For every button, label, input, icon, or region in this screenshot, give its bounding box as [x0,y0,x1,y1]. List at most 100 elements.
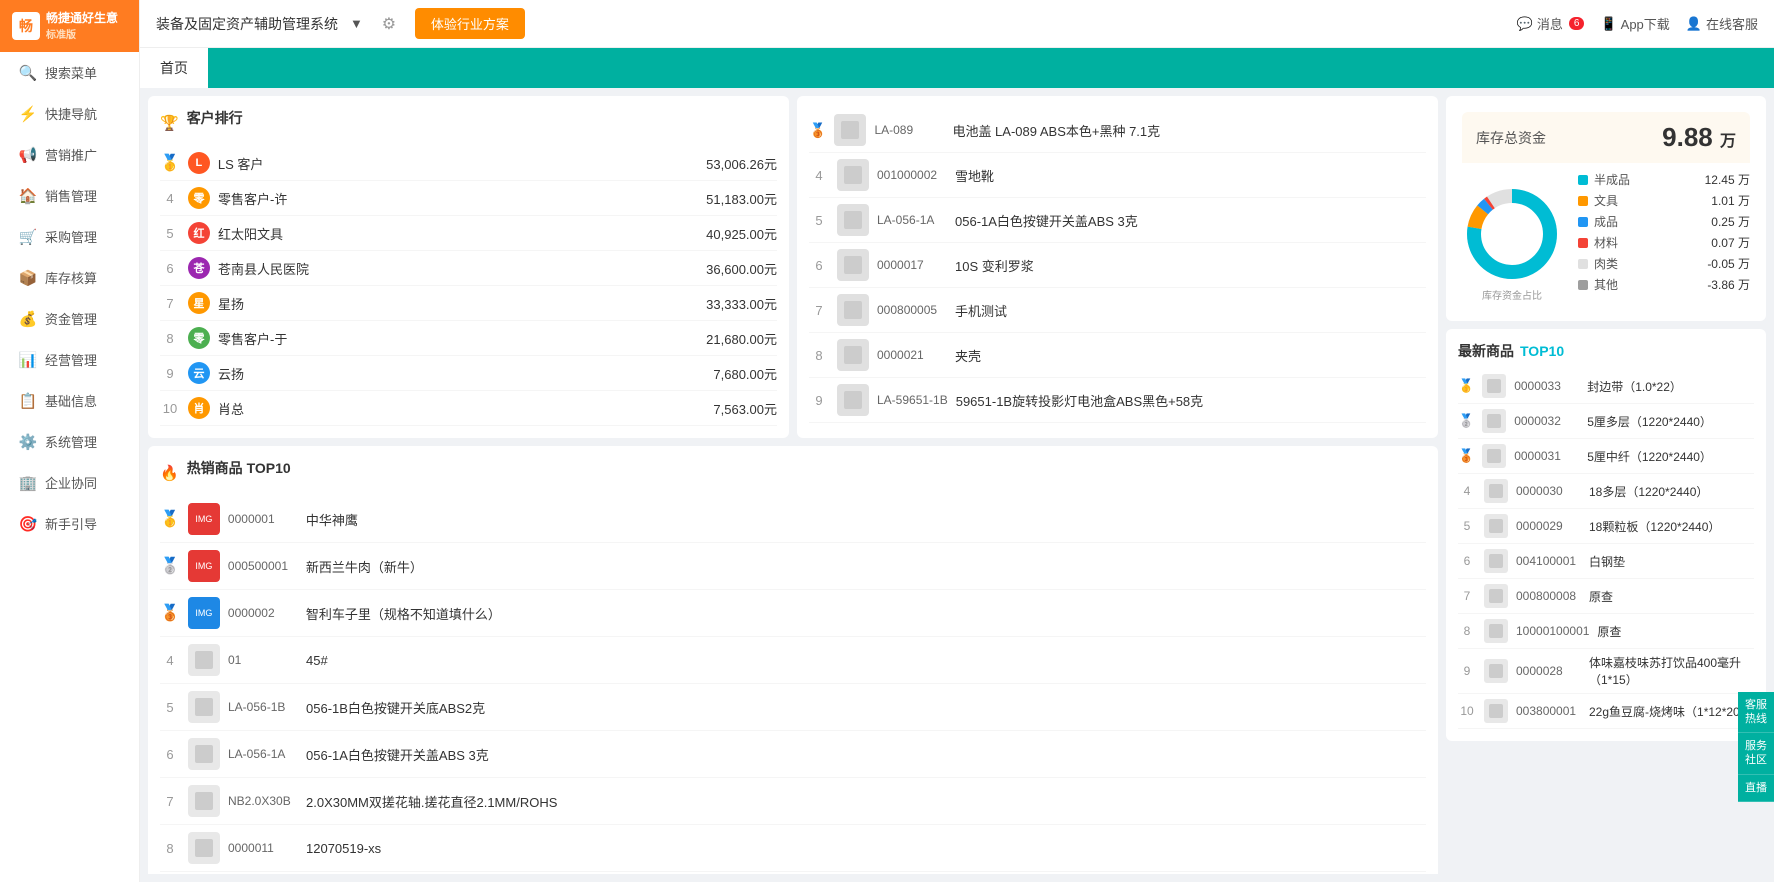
arrival-name: 电池盖 LA-089 ABS本色+黑种 7.1克 [952,121,1426,140]
customer-rank-item[interactable]: 🥇 L LS 客户 53,006.26元 [160,146,777,181]
hot-product-item[interactable]: 🥈 IMG 000500001 新西兰牛肉（新牛） [160,543,1426,590]
hot-product-item[interactable]: 5 LA-056-1B 056-1B白色按键开关底ABS2克 [160,684,1426,731]
rank-amount: 7,563.00元 [713,399,777,418]
customer-rank-item[interactable]: 5 红 红太阳文具 40,925.00元 [160,216,777,251]
trial-button[interactable]: 体验行业方案 [415,8,525,39]
new-product-item[interactable]: 🥉 0000031 5厘中纤（1220*2440） [1458,439,1754,474]
sidebar-item-guide[interactable]: 🎯 新手引导 [0,503,139,544]
hot-product-item[interactable]: 9 KK-SD22110H 花语萌恒温分腿睡袋（厚款） [160,872,1426,874]
new-prod-thumb [1484,549,1508,573]
tab-home[interactable]: 首页 [140,48,208,88]
new-prod-name: 5厘中纤（1220*2440） [1587,448,1754,465]
new-product-item[interactable]: 10 003800001 22g鱼豆腐-烧烤味（1*12*20） [1458,694,1754,729]
new-product-item[interactable]: 8 10000100001 原查 [1458,614,1754,649]
new-product-item[interactable]: 4 0000030 18多层（1220*2440） [1458,474,1754,509]
hot-product-name: 056-1B白色按键开关底ABS2克 [306,698,1426,717]
new-product-item[interactable]: 7 000800008 原查 [1458,579,1754,614]
sidebar-item-purchase[interactable]: 🛒 采购管理 [0,216,139,257]
arrival-thumb [834,114,866,146]
sidebar-item-basic[interactable]: 📋 基础信息 [0,380,139,421]
arrival-rank-item[interactable]: 7 000800005 手机测试 [809,288,1426,333]
arrival-rank-item[interactable]: 6 0000017 10S 变利罗浆 [809,243,1426,288]
hot-product-code: LA-056-1A [228,747,298,761]
system-dropdown[interactable]: ▼ [350,16,363,31]
customer-rank-list: 🥇 L LS 客户 53,006.26元 4 零 零售客户-许 51,183.0… [160,146,777,426]
new-prod-code: 0000028 [1516,664,1581,678]
sidebar-item-finance[interactable]: 💰 资金管理 [0,298,139,339]
new-products-list: 🥇 0000033 封边带（1.0*22） 🥈 0000032 5厘多层（122… [1458,369,1754,729]
customer-rank-item[interactable]: 6 苍 苍南县人民医院 36,600.00元 [160,251,777,286]
rank-badge: 云 [188,362,210,384]
new-product-item[interactable]: 🥇 0000033 封边带（1.0*22） [1458,369,1754,404]
sidebar-item-guide-label: 新手引导 [45,514,97,533]
arrival-rank-item[interactable]: 9 LA-59651-1B 59651-1B旋转投影灯电池盒ABS黑色+58克 [809,378,1426,423]
customer-rank-item[interactable]: 9 云 云扬 7,680.00元 [160,356,777,391]
float-btn-service[interactable]: 客服热线 [1738,692,1774,734]
app-download-button[interactable]: 📱 App下载 [1600,14,1669,33]
new-product-item[interactable]: 6 004100001 白钢垫 [1458,544,1754,579]
logo-name: 畅捷通好生意 [46,11,118,27]
customer-rank-item[interactable]: 7 星 星扬 33,333.00元 [160,286,777,321]
hot-product-thumb: IMG [188,550,220,582]
rank-amount: 51,183.00元 [706,189,777,208]
customer-rank-item[interactable]: 8 零 零售客户-于 21,680.00元 [160,321,777,356]
messages-button[interactable]: 💬 消息 6 [1517,14,1585,33]
service-button[interactable]: 👤 在线客服 [1686,14,1758,33]
arrival-rank-item[interactable]: 4 001000002 雪地靴 [809,153,1426,198]
hot-products-card: 🔥 热销商品 TOP10 🥇 IMG 0000001 中华神鹰 🥈 IMG 00… [148,446,1438,874]
sidebar-item-search[interactable]: 🔍 搜索菜单 [0,52,139,93]
search-icon: 🔍 [19,64,37,82]
hot-product-item[interactable]: 7 NB2.0X30B 2.0X30MM双搓花轴.搓花直径2.1MM/ROHS [160,778,1426,825]
sidebar-item-marketing[interactable]: 📢 营销推广 [0,134,139,175]
hot-product-item[interactable]: 🥇 IMG 0000001 中华神鹰 [160,496,1426,543]
sidebar-item-sales[interactable]: 🏠 销售管理 [0,175,139,216]
middle-column: 🏆 客户排行 🥇 L LS 客户 53,006.26元 4 零 零售客户-许 5… [148,96,1438,874]
sidebar-item-inventory[interactable]: 📦 库存核算 [0,257,139,298]
hot-product-item[interactable]: 6 LA-056-1A 056-1A白色按键开关盖ABS 3克 [160,731,1426,778]
new-product-item[interactable]: 5 0000029 18颗粒板（1220*2440） [1458,509,1754,544]
rank-amount: 21,680.00元 [706,329,777,348]
sidebar-item-business[interactable]: 📊 经营管理 [0,339,139,380]
legend-item: 材料 0.07 万 [1578,234,1750,251]
right-column: 库存总资金 9.88 万 [1446,96,1766,874]
new-products-suffix: TOP10 [1520,343,1564,359]
finance-icon: 💰 [19,310,37,328]
inventory-legend: 半成品 12.45 万 文具 1.01 万 成品 0.25 万 材料 0.07 … [1578,171,1750,297]
customer-rank-item[interactable]: 4 零 零售客户-许 51,183.00元 [160,181,777,216]
legend-name: 材料 [1594,234,1705,251]
float-btn-live[interactable]: 直播 [1738,775,1774,802]
hot-rank-num: 7 [160,794,180,809]
sidebar-item-system[interactable]: ⚙️ 系统管理 [0,421,139,462]
sidebar-item-quicknav[interactable]: ⚡ 快捷导航 [0,93,139,134]
arrival-rank-item[interactable]: 8 0000021 夹壳 [809,333,1426,378]
arrival-code: 001000002 [877,168,947,182]
arrival-thumb [837,384,869,416]
arrival-rank-item[interactable]: 5 LA-056-1A 056-1A白色按键开关盖ABS 3克 [809,198,1426,243]
arrival-rank-item[interactable]: 🥉 LA-089 电池盖 LA-089 ABS本色+黑种 7.1克 [809,108,1426,153]
hot-product-item[interactable]: 4 01 45# [160,637,1426,684]
topbar: 装备及固定资产辅助管理系统 ▼ ⚙ 体验行业方案 💬 消息 6 📱 App下载 … [140,0,1774,48]
settings-icon[interactable]: ⚙ [375,10,403,38]
sales-icon: 🏠 [19,187,37,205]
inventory-total-amount: 9.88 [1662,122,1713,152]
messages-badge: 6 [1569,17,1585,30]
sidebar-item-corp[interactable]: 🏢 企业协同 [0,462,139,503]
inventory-total-label: 库存总资金 [1476,128,1546,148]
new-prod-rank-num: 4 [1458,484,1476,498]
new-prod-thumb [1484,699,1508,723]
legend-item: 半成品 12.45 万 [1578,171,1750,188]
hot-product-item[interactable]: 🥉 IMG 0000002 智利车子里（规格不知道填什么） [160,590,1426,637]
basic-icon: 📋 [19,392,37,410]
legend-name: 肉类 [1594,255,1701,272]
legend-value: 1.01 万 [1711,192,1750,209]
service-icon: 👤 [1686,16,1702,32]
new-product-item[interactable]: 9 0000028 体味嘉枝味苏打饮品400毫升（1*15） [1458,649,1754,694]
hot-product-item[interactable]: 8 0000011 12070519-xs [160,825,1426,872]
float-btn-community[interactable]: 服务社区 [1738,733,1774,775]
hot-product-name: 中华神鹰 [306,510,1426,529]
customer-rank-item[interactable]: 10 肖 肖总 7,563.00元 [160,391,777,426]
arrival-medal-icon: 🥉 [809,122,826,139]
new-prod-thumb [1482,444,1506,468]
new-product-item[interactable]: 🥈 0000032 5厘多层（1220*2440） [1458,404,1754,439]
hot-product-thumb: IMG [188,503,220,535]
